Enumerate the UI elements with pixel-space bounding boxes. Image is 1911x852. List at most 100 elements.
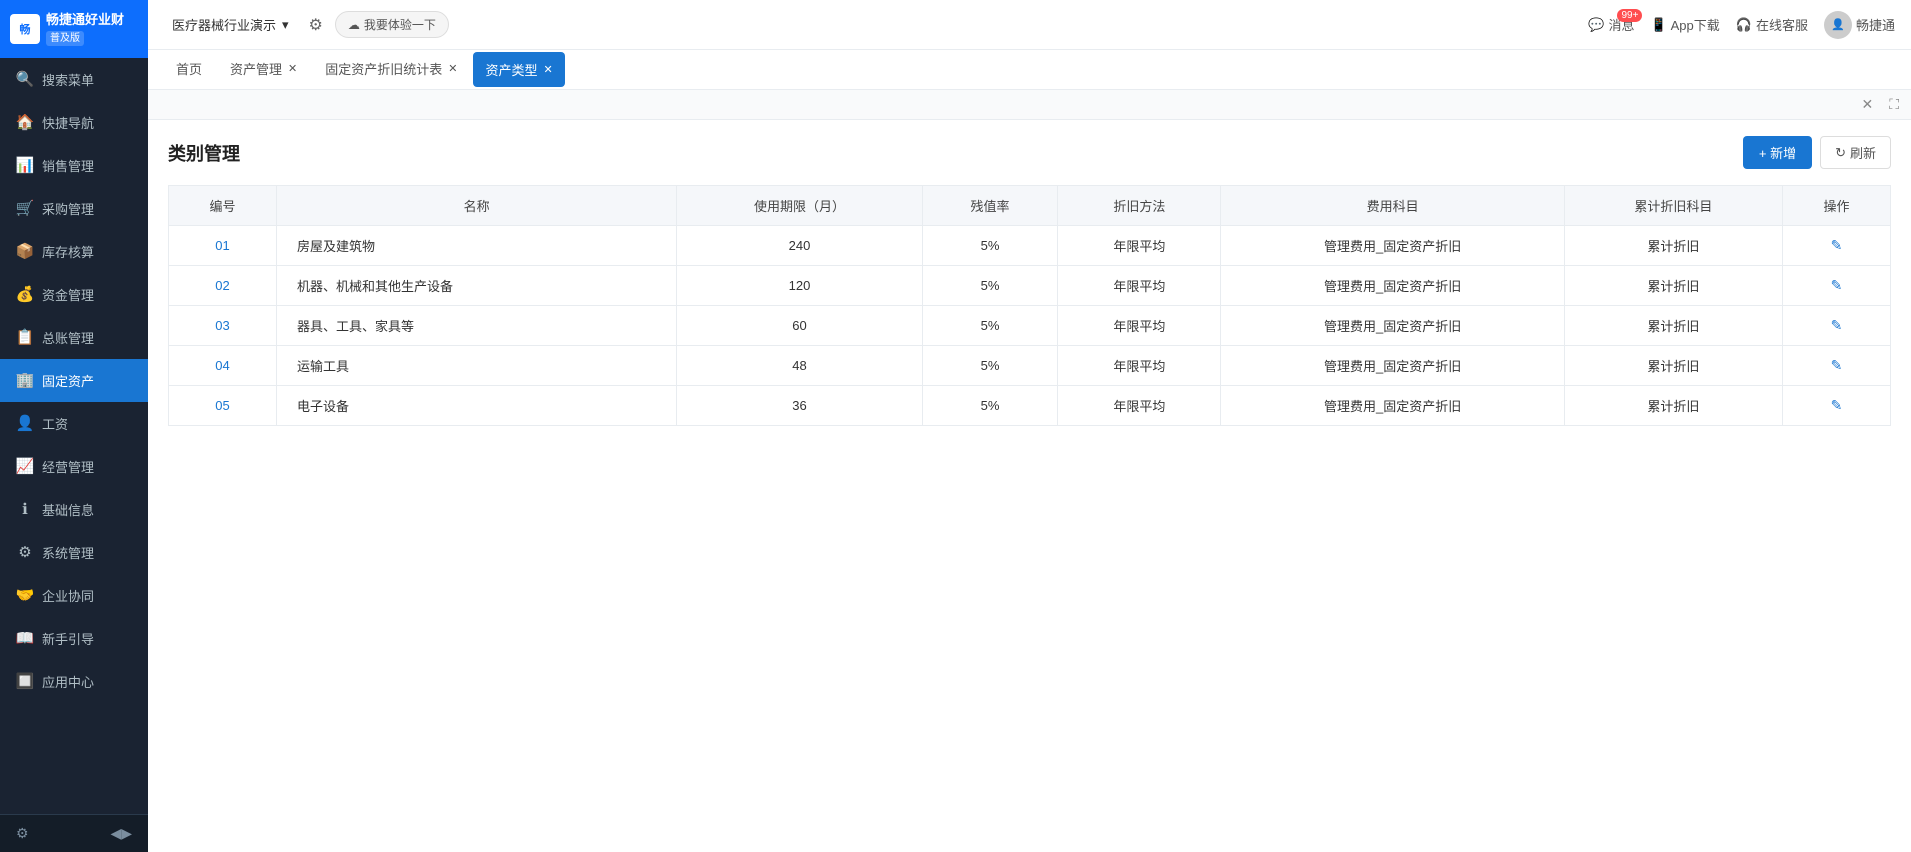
- sidebar-label-apps: 应用中心: [42, 672, 94, 691]
- sidebar-footer: ⚙ ◀▶: [0, 814, 148, 852]
- message-badge: 99+: [1617, 9, 1642, 22]
- salary-icon: 👤: [16, 414, 34, 432]
- tab-close-icon[interactable]: ✕: [448, 62, 457, 75]
- avatar: 👤: [1824, 11, 1852, 39]
- quicknav-icon: 🏠: [16, 113, 34, 131]
- collapse-sidebar-icon[interactable]: ◀▶: [110, 825, 132, 842]
- row-id: 05: [169, 386, 277, 426]
- online-service-item[interactable]: 🎧 在线客服: [1736, 15, 1808, 34]
- sidebar-scroll: 🔍 搜索菜单 🏠 快捷导航 📊 销售管理 🛒 采购管理 📦 库存核算 💰 资金管…: [0, 58, 148, 814]
- experience-button[interactable]: ☁ 我要体验一下: [335, 11, 449, 38]
- app-download-label: App下载: [1671, 15, 1720, 34]
- guide-icon: 📖: [16, 629, 34, 647]
- row-period: 240: [677, 226, 923, 266]
- sidebar-item-inventory[interactable]: 📦 库存核算: [0, 230, 148, 273]
- page-controls: ✕ ⛶: [1857, 94, 1903, 115]
- sidebar-item-quicknav[interactable]: 🏠 快捷导航: [0, 101, 148, 144]
- row-id: 04: [169, 346, 277, 386]
- row-accumulated: 累计折旧: [1564, 266, 1782, 306]
- row-name: 运输工具: [277, 346, 677, 386]
- tab-资产管理[interactable]: 资产管理✕: [218, 51, 309, 88]
- page-title-row: 类别管理 + 新增 ↻ 刷新: [168, 136, 1891, 169]
- user-item[interactable]: 👤 畅捷通: [1824, 11, 1895, 39]
- row-period: 48: [677, 346, 923, 386]
- cloud-icon: ☁: [348, 18, 360, 32]
- edit-icon[interactable]: ✎: [1831, 397, 1843, 413]
- sidebar-label-operations: 经营管理: [42, 457, 94, 476]
- tab-资产类型[interactable]: 资产类型✕: [473, 52, 564, 87]
- sidebar-item-ledger[interactable]: 📋 总账管理: [0, 316, 148, 359]
- row-id-link[interactable]: 01: [215, 238, 229, 253]
- row-name: 器具、工具、家具等: [277, 306, 677, 346]
- sidebar-item-salary[interactable]: 👤 工资: [0, 402, 148, 445]
- system-icon: ⚙: [16, 543, 34, 561]
- tab-固定资产折旧统计表[interactable]: 固定资产折旧统计表✕: [313, 51, 469, 88]
- row-id: 01: [169, 226, 277, 266]
- company-selector[interactable]: 医疗器械行业演示 ▾: [164, 11, 297, 38]
- new-button[interactable]: + 新增: [1743, 136, 1812, 169]
- sidebar-item-purchase[interactable]: 🛒 采购管理: [0, 187, 148, 230]
- edit-icon[interactable]: ✎: [1831, 277, 1843, 293]
- app-download-item[interactable]: 📱 App下载: [1650, 15, 1719, 34]
- table-row: 05 电子设备 36 5% 年限平均 管理费用_固定资产折旧 累计折旧 ✎: [169, 386, 1891, 426]
- sidebar-item-operations[interactable]: 📈 经营管理: [0, 445, 148, 488]
- message-item[interactable]: 💬 消息 99+: [1588, 15, 1634, 34]
- sidebar-label-ledger: 总账管理: [42, 328, 94, 347]
- row-id: 03: [169, 306, 277, 346]
- refresh-icon: ↻: [1835, 145, 1846, 161]
- sidebar-item-apps[interactable]: 🔲 应用中心: [0, 660, 148, 703]
- page-wrapper: ✕ ⛶ 类别管理 + 新增 ↻ 刷新 编号名称使用期限（月）残值率折旧方法费用科…: [148, 90, 1911, 852]
- top-header: 医疗器械行业演示 ▾ ⚙ ☁ 我要体验一下 💬 消息 99+ 📱 App下载 🎧…: [148, 0, 1911, 50]
- page-top-bar: ✕ ⛶: [148, 90, 1911, 120]
- sidebar-item-search[interactable]: 🔍 搜索菜单: [0, 58, 148, 101]
- enterprise-icon: 🤝: [16, 586, 34, 604]
- row-action: ✎: [1782, 266, 1890, 306]
- row-method: 年限平均: [1058, 266, 1221, 306]
- row-id-link[interactable]: 05: [215, 398, 229, 413]
- sidebar-item-basic[interactable]: ℹ 基础信息: [0, 488, 148, 531]
- online-service-label: 在线客服: [1756, 15, 1808, 34]
- sidebar-item-funds[interactable]: 💰 资金管理: [0, 273, 148, 316]
- tab-bar: 首页资产管理✕固定资产折旧统计表✕资产类型✕: [148, 50, 1911, 90]
- header-settings-icon[interactable]: ⚙: [305, 11, 327, 39]
- row-residual: 5%: [922, 306, 1058, 346]
- col-header: 编号: [169, 186, 277, 226]
- headset-icon: 🎧: [1736, 17, 1752, 33]
- row-period: 36: [677, 386, 923, 426]
- col-header: 残值率: [922, 186, 1058, 226]
- logo-icon: 畅: [10, 14, 40, 44]
- asset-type-table: 编号名称使用期限（月）残值率折旧方法费用科目累计折旧科目操作 01 房屋及建筑物…: [168, 185, 1891, 426]
- table-header: 编号名称使用期限（月）残值率折旧方法费用科目累计折旧科目操作: [169, 186, 1891, 226]
- sidebar-label-basic: 基础信息: [42, 500, 94, 519]
- tab-close-icon[interactable]: ✕: [544, 63, 553, 76]
- edit-icon[interactable]: ✎: [1831, 357, 1843, 373]
- row-id-link[interactable]: 03: [215, 318, 229, 333]
- message-icon: 💬: [1588, 17, 1604, 33]
- sidebar-item-system[interactable]: ⚙ 系统管理: [0, 531, 148, 574]
- row-expense: 管理费用_固定资产折旧: [1221, 386, 1564, 426]
- row-id-link[interactable]: 02: [215, 278, 229, 293]
- row-name: 房屋及建筑物: [277, 226, 677, 266]
- sidebar-item-enterprise[interactable]: 🤝 企业协同: [0, 574, 148, 617]
- row-method: 年限平均: [1058, 346, 1221, 386]
- row-id-link[interactable]: 04: [215, 358, 229, 373]
- row-accumulated: 累计折旧: [1564, 306, 1782, 346]
- edit-icon[interactable]: ✎: [1831, 317, 1843, 333]
- user-label: 畅捷通: [1856, 15, 1895, 34]
- refresh-button[interactable]: ↻ 刷新: [1820, 136, 1891, 169]
- tab-close-icon[interactable]: ✕: [288, 62, 297, 75]
- settings-footer-icon[interactable]: ⚙: [16, 825, 29, 842]
- tab-首页[interactable]: 首页: [164, 51, 214, 88]
- sidebar-item-guide[interactable]: 📖 新手引导: [0, 617, 148, 660]
- sidebar-label-guide: 新手引导: [42, 629, 94, 648]
- edit-icon[interactable]: ✎: [1831, 237, 1843, 253]
- row-accumulated: 累计折旧: [1564, 226, 1782, 266]
- minimize-icon[interactable]: ✕: [1857, 94, 1877, 115]
- sidebar-item-sales[interactable]: 📊 销售管理: [0, 144, 148, 187]
- main-area: 医疗器械行业演示 ▾ ⚙ ☁ 我要体验一下 💬 消息 99+ 📱 App下载 🎧…: [148, 0, 1911, 852]
- row-id: 02: [169, 266, 277, 306]
- row-accumulated: 累计折旧: [1564, 386, 1782, 426]
- inventory-icon: 📦: [16, 242, 34, 260]
- expand-icon[interactable]: ⛶: [1885, 94, 1903, 115]
- sidebar-item-fixed[interactable]: 🏢 固定资产: [0, 359, 148, 402]
